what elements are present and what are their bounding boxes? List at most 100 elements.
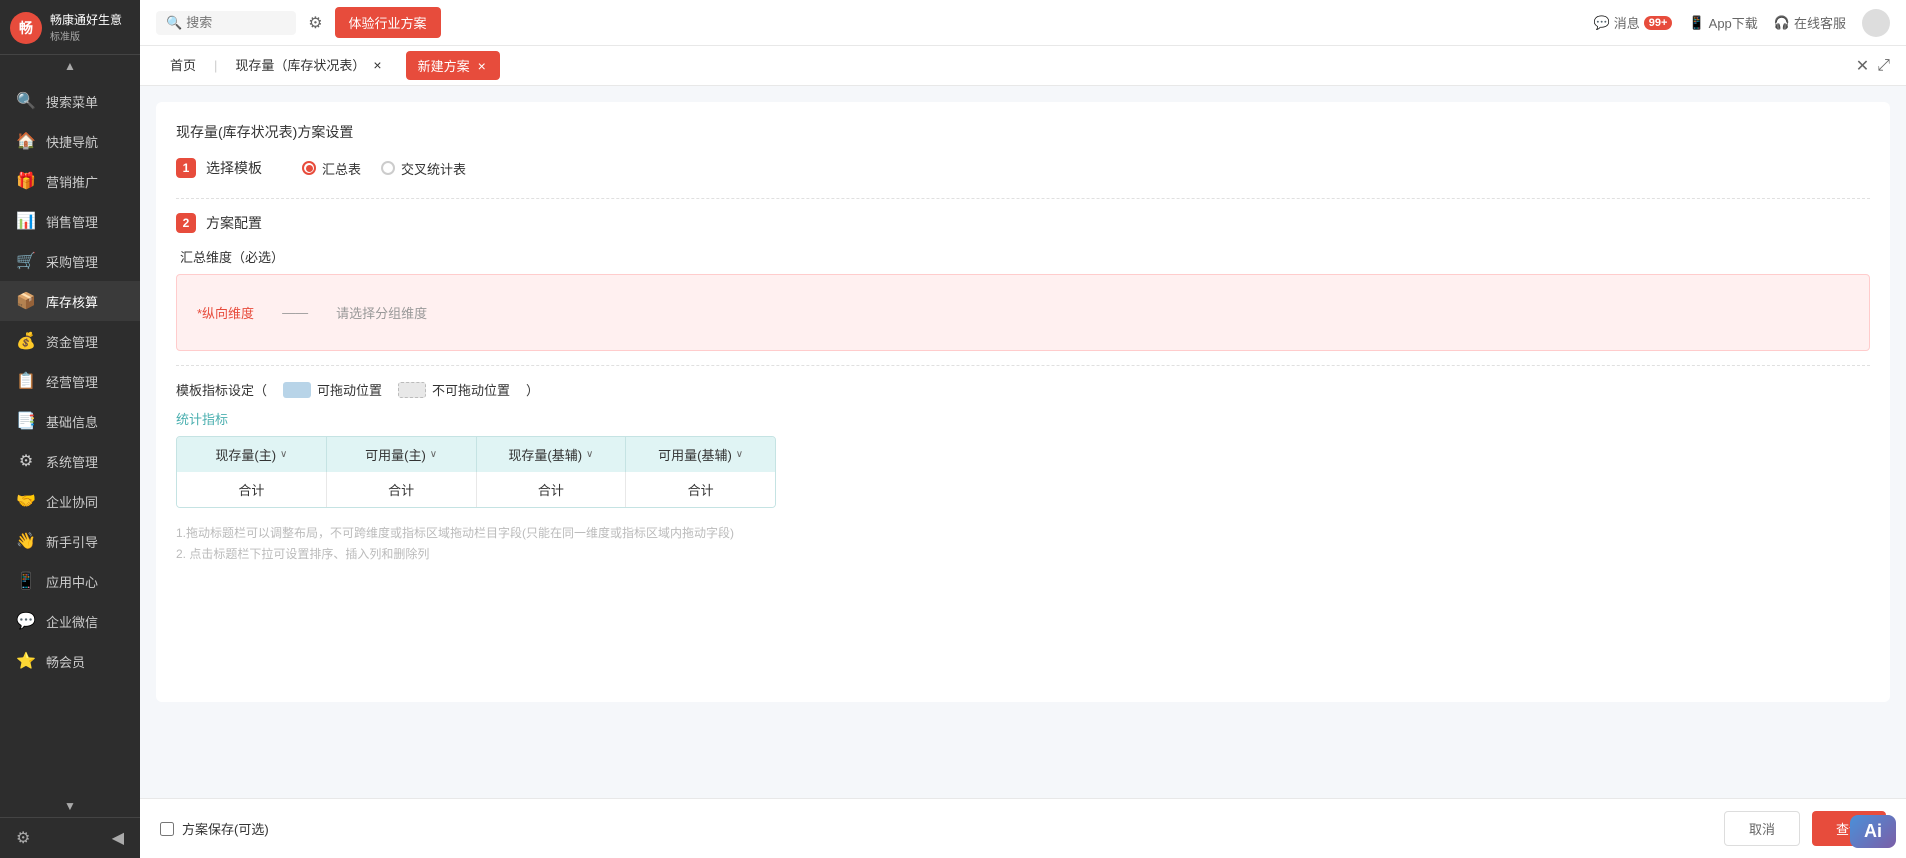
ai-badge[interactable]: Ai <box>1850 815 1896 848</box>
sidebar-item-search-menu[interactable]: 🔍 搜索菜单 <box>0 81 140 121</box>
divider-1 <box>176 198 1870 199</box>
stats-col-1[interactable]: 可用量(主) ∨ <box>327 437 477 472</box>
summary-dimension-label: 汇总维度（必选） <box>180 247 1870 266</box>
sidebar-logo: 畅 畅康通好生意 标准版 <box>0 0 140 55</box>
topbar-gear-button[interactable]: ⚙ <box>308 13 322 33</box>
tab-home[interactable]: 首页 <box>156 47 210 84</box>
radio-summary[interactable]: 汇总表 <box>302 159 361 178</box>
sidebar-item-label: 采购管理 <box>46 252 98 271</box>
sidebar-item-inventory[interactable]: 📦 库存核算 <box>0 281 140 321</box>
topbar: 🔍 ⚙ 体验行业方案 💬 消息 99+ 📱 App下载 🎧 在线客服 <box>140 0 1906 46</box>
industry-scheme-button[interactable]: 体验行业方案 <box>335 7 441 38</box>
sidebar-item-operations[interactable]: 📋 经营管理 <box>0 361 140 401</box>
tab-inventory-close[interactable]: × <box>371 57 383 73</box>
main-area: 🔍 ⚙ 体验行业方案 💬 消息 99+ 📱 App下载 🎧 在线客服 首页 <box>140 0 1906 858</box>
save-checkbox[interactable] <box>160 822 174 836</box>
sidebar-scroll-up[interactable]: ▲ <box>0 55 140 77</box>
cancel-button[interactable]: 取消 <box>1724 811 1800 846</box>
tab-inventory-label: 现存量（库存状况表） <box>235 55 365 74</box>
save-option-label: 方案保存(可选) <box>182 819 269 838</box>
tab-divider-1: | <box>214 58 217 73</box>
member-icon: ⭐ <box>16 651 36 671</box>
search-menu-icon: 🔍 <box>16 91 36 111</box>
template-radio-group: 汇总表 交叉统计表 <box>302 159 466 178</box>
stats-col-2-label: 现存量(基辅) <box>508 445 582 464</box>
app-name: 畅康通好生意 <box>50 13 122 29</box>
section2-label: 方案配置 <box>206 213 262 233</box>
sidebar-item-label: 库存核算 <box>46 292 98 311</box>
dimension-field-label: *纵向维度 <box>197 303 254 322</box>
sidebar-item-app-center[interactable]: 📱 应用中心 <box>0 561 140 601</box>
sidebar-item-marketing[interactable]: 🎁 营销推广 <box>0 161 140 201</box>
sidebar-scroll-down[interactable]: ▼ <box>0 795 140 817</box>
new-guide-icon: 👋 <box>16 531 36 551</box>
message-item[interactable]: 💬 消息 99+ <box>1594 13 1673 32</box>
no-drag-label: 不可拖动位置 <box>432 380 510 399</box>
sidebar-item-purchase[interactable]: 🛒 采购管理 <box>0 241 140 281</box>
sidebar-item-quick-nav[interactable]: 🏠 快捷导航 <box>0 121 140 161</box>
tab-inventory-status[interactable]: 现存量（库存状况表） × <box>221 47 397 84</box>
stats-col-3[interactable]: 可用量(基辅) ∨ <box>626 437 775 472</box>
sidebar: 畅 畅康通好生意 标准版 ▲ 🔍 搜索菜单 🏠 快捷导航 🎁 营销推广 📊 销售… <box>0 0 140 858</box>
sidebar-item-system[interactable]: ⚙ 系统管理 <box>0 441 140 481</box>
app-badge: 标准版 <box>50 28 122 43</box>
sidebar-item-finance[interactable]: 💰 资金管理 <box>0 321 140 361</box>
sidebar-item-basic-info[interactable]: 📑 基础信息 <box>0 401 140 441</box>
tab-expand-button[interactable]: ⤢ <box>1877 57 1890 75</box>
topbar-right: 💬 消息 99+ 📱 App下载 🎧 在线客服 <box>1594 9 1890 37</box>
sidebar-item-label: 企业协同 <box>46 492 98 511</box>
indicators-row: 模板指标设定（ 可拖动位置 不可拖动位置 ） <box>176 380 1870 399</box>
sidebar-item-sales[interactable]: 📊 销售管理 <box>0 201 140 241</box>
enterprise-icon: 🤝 <box>16 491 36 511</box>
stats-col-0-chevron: ∨ <box>280 449 287 460</box>
user-avatar[interactable] <box>1862 9 1890 37</box>
online-service-label: 在线客服 <box>1794 13 1846 32</box>
stats-col-0-label: 现存量(主) <box>215 445 276 464</box>
tab-new-scheme[interactable]: 新建方案 × <box>406 51 500 80</box>
sidebar-item-enterprise-wechat[interactable]: 💬 企业微信 <box>0 601 140 641</box>
divider-2 <box>176 365 1870 366</box>
stats-table-body: 合计 合计 合计 合计 <box>177 472 775 507</box>
indicator-suffix: ） <box>526 380 539 399</box>
online-service-item[interactable]: 🎧 在线客服 <box>1774 13 1846 32</box>
purchase-icon: 🛒 <box>16 251 36 271</box>
tip-2: 2. 点击标题栏下拉可设置排序、插入列和删除列 <box>176 545 1870 562</box>
sidebar-item-member[interactable]: ⭐ 畅会员 <box>0 641 140 681</box>
dimension-box[interactable]: *纵向维度 —— 请选择分组维度 <box>176 274 1870 351</box>
section-template: 1 选择模板 汇总表 交叉统计表 <box>176 158 1870 178</box>
content-area: 现存量(库存状况表)方案设置 1 选择模板 汇总表 交叉统计表 <box>140 86 1906 798</box>
sidebar-item-label: 销售管理 <box>46 212 98 231</box>
radio-summary-circle <box>302 161 316 175</box>
save-option: 方案保存(可选) <box>160 819 269 838</box>
section-config: 2 方案配置 汇总维度（必选） *纵向维度 —— 请选择分组维度 模板指标设定（… <box>176 213 1870 562</box>
quick-nav-icon: 🏠 <box>16 131 36 151</box>
search-box[interactable]: 🔍 <box>156 11 296 35</box>
inventory-icon: 📦 <box>16 291 36 311</box>
search-input[interactable] <box>186 15 286 30</box>
sidebar-item-new-guide[interactable]: 👋 新手引导 <box>0 521 140 561</box>
tip-1: 1.拖动标题栏可以调整布局，不可跨维度或指标区域拖动栏目字段(只能在同一维度或指… <box>176 524 1870 541</box>
stats-cell-1: 合计 <box>327 472 477 507</box>
sidebar-item-label: 新手引导 <box>46 532 98 551</box>
stats-col-2-chevron: ∨ <box>586 449 593 460</box>
stats-col-2[interactable]: 现存量(基辅) ∨ <box>477 437 627 472</box>
collapse-button[interactable]: ◀ <box>112 828 124 848</box>
section1-header: 1 选择模板 汇总表 交叉统计表 <box>176 158 1870 178</box>
tab-new-close[interactable]: × <box>476 58 488 74</box>
logo-icon: 畅 <box>10 12 42 44</box>
section2-header: 2 方案配置 <box>176 213 1870 233</box>
app-download-label: App下载 <box>1709 13 1758 32</box>
no-drag-box <box>398 382 426 398</box>
tab-close-all-button[interactable]: ✕ <box>1856 56 1869 76</box>
message-icon: 💬 <box>1594 15 1610 31</box>
app-center-icon: 📱 <box>16 571 36 591</box>
dimension-placeholder: 请选择分组维度 <box>336 303 427 322</box>
app-download-item[interactable]: 📱 App下载 <box>1688 13 1757 32</box>
sidebar-item-enterprise[interactable]: 🤝 企业协同 <box>0 481 140 521</box>
indicator-label: 模板指标设定（ <box>176 380 267 399</box>
stats-col-0[interactable]: 现存量(主) ∨ <box>177 437 327 472</box>
section1-num: 1 <box>176 158 196 178</box>
app-download-icon: 📱 <box>1688 15 1704 31</box>
settings-button[interactable]: ⚙ <box>16 828 30 848</box>
radio-cross[interactable]: 交叉统计表 <box>381 159 466 178</box>
